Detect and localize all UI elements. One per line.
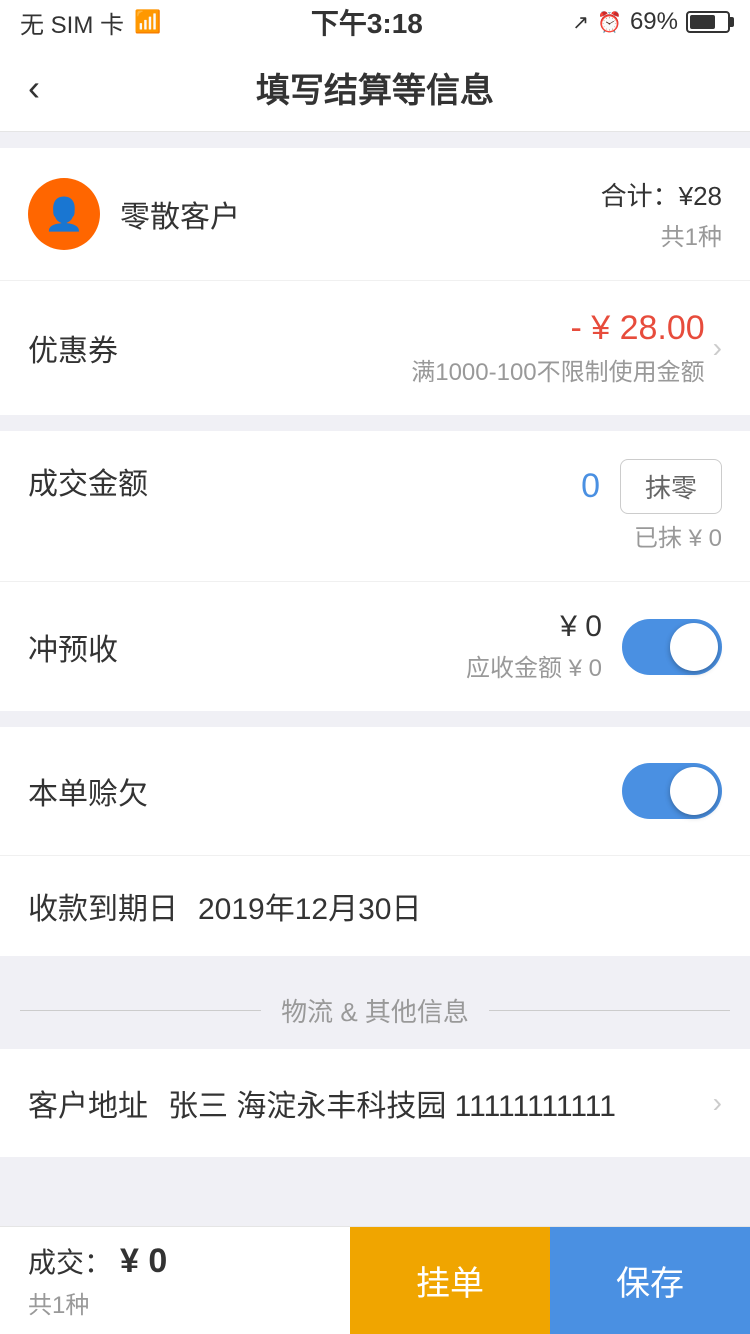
deal-amount: ¥ 0 <box>120 1242 167 1281</box>
avatar: 👤 <box>28 178 100 250</box>
already-zeroed-label: 已抹 ¥ 0 <box>581 518 722 553</box>
coupon-amount: - ¥ 28.00 <box>411 309 704 348</box>
arrearage-toggle[interactable] <box>622 763 722 819</box>
advance-row: 冲预收 ¥ 0 应收金额 ¥ 0 <box>0 581 750 711</box>
logistics-label: 物流 & 其他信息 <box>281 992 469 1029</box>
advance-sub: 应收金额 ¥ 0 <box>466 648 602 683</box>
total-label: 合计：¥28 <box>601 176 722 213</box>
carrier-label: 无 SIM 卡 <box>20 5 124 40</box>
address-row[interactable]: 客户地址 张三 海淀永丰科技园 11111111111 › <box>0 1049 750 1157</box>
transaction-label: 成交金额 <box>28 459 148 503</box>
due-date-value: 2019年12月30日 <box>198 884 421 928</box>
advance-label: 冲预收 <box>28 625 118 669</box>
customer-info: 👤 零散客户 <box>28 178 240 250</box>
status-bar: 无 SIM 卡 📶 下午3:18 ↗ ⏰ 69% <box>0 0 750 44</box>
battery-percent: 69% <box>630 8 678 36</box>
address-value: 张三 海淀永丰科技园 11111111111 <box>168 1081 705 1125</box>
arrearage-section: 本单赊欠 收款到期日 2019年12月30日 <box>0 727 750 956</box>
bottom-deal-row: 成交： ¥ 0 <box>28 1241 322 1281</box>
divider-line-left <box>20 1010 261 1011</box>
customer-section: 👤 零散客户 合计：¥28 共1种 优惠券 - ¥ 28.00 满1000-10… <box>0 148 750 415</box>
advance-toggle[interactable] <box>622 619 722 675</box>
customer-total: 合计：¥28 共1种 <box>601 176 722 252</box>
location-icon: ↗ <box>572 10 589 35</box>
coupon-right: - ¥ 28.00 满1000-100不限制使用金额 › <box>411 309 722 387</box>
logistics-divider: 物流 & 其他信息 <box>0 972 750 1049</box>
bottom-count: 共1种 <box>28 1285 322 1320</box>
customer-row: 👤 零散客户 合计：¥28 共1种 <box>0 148 750 280</box>
hang-button[interactable]: 挂单 <box>350 1227 550 1334</box>
chevron-right-icon: › <box>713 332 722 364</box>
divider-line-right <box>489 1010 730 1011</box>
nav-bar: ‹ 填写结算等信息 <box>0 44 750 132</box>
round-zero-button[interactable]: 抹零 <box>620 459 722 514</box>
deal-label: 成交： <box>28 1241 112 1281</box>
bottom-bar: 成交： ¥ 0 共1种 挂单 保存 <box>0 1226 750 1334</box>
advance-amounts: ¥ 0 应收金额 ¥ 0 <box>466 610 602 683</box>
page-title: 填写结算等信息 <box>256 63 494 112</box>
status-time: 下午3:18 <box>311 2 423 42</box>
total-sub: 共1种 <box>601 217 722 252</box>
customer-name: 零散客户 <box>120 192 240 236</box>
save-button[interactable]: 保存 <box>550 1227 750 1334</box>
coupon-label: 优惠券 <box>28 326 118 370</box>
coupon-row[interactable]: 优惠券 - ¥ 28.00 满1000-100不限制使用金额 › <box>0 280 750 415</box>
avatar-icon: 👤 <box>44 195 84 233</box>
due-date-label: 收款到期日 <box>28 884 178 928</box>
advance-amount: ¥ 0 <box>466 610 602 644</box>
toggle-knob <box>670 623 718 671</box>
status-left: 无 SIM 卡 📶 <box>20 5 161 40</box>
due-date-row: 收款到期日 2019年12月30日 <box>0 855 750 956</box>
transaction-row: 成交金额 0 抹零 已抹 ¥ 0 <box>0 431 750 581</box>
coupon-desc: 满1000-100不限制使用金额 <box>411 352 704 387</box>
chevron-right-icon: › <box>713 1087 722 1119</box>
advance-right: ¥ 0 应收金额 ¥ 0 <box>466 610 722 683</box>
address-section: 客户地址 张三 海淀永丰科技园 11111111111 › <box>0 1049 750 1157</box>
address-label: 客户地址 <box>28 1081 148 1125</box>
bottom-left: 成交： ¥ 0 共1种 <box>0 1241 350 1320</box>
wifi-icon: 📶 <box>134 9 161 35</box>
arrearage-row: 本单赊欠 <box>0 727 750 855</box>
back-button[interactable]: ‹ <box>28 67 40 109</box>
address-chevron: › <box>705 1087 722 1119</box>
transaction-amount: 0 <box>581 467 600 506</box>
arrearage-toggle-knob <box>670 767 718 815</box>
arrearage-label: 本单赊欠 <box>28 769 148 813</box>
transaction-section: 成交金额 0 抹零 已抹 ¥ 0 冲预收 ¥ 0 应收金额 ¥ 0 <box>0 431 750 711</box>
alarm-icon: ⏰ <box>597 10 622 35</box>
battery-icon <box>686 11 730 33</box>
status-right: ↗ ⏰ 69% <box>572 8 730 36</box>
